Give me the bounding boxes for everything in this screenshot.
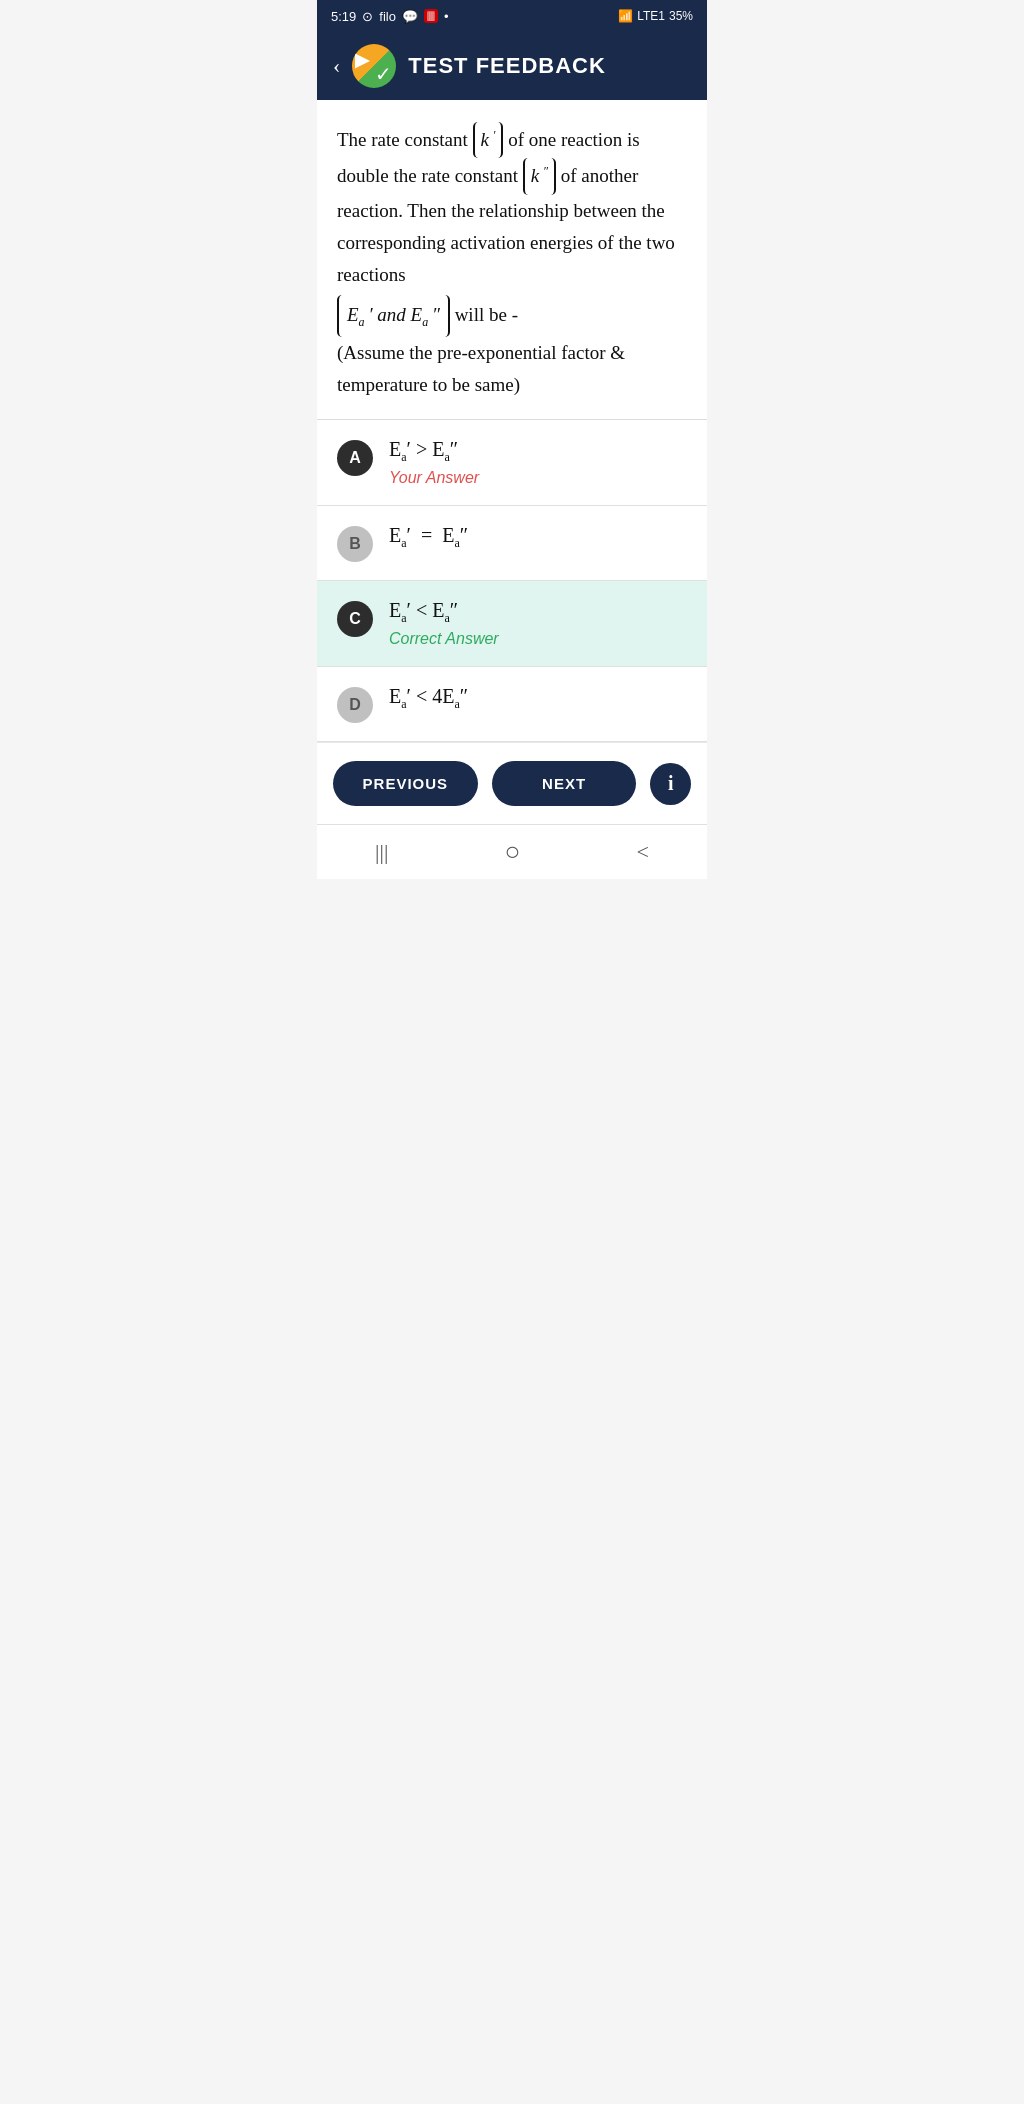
k-prime-expr: k ′ — [473, 122, 504, 158]
option-c-content: Ea′ < Ea″ Correct Answer — [389, 599, 499, 648]
network-label: LTE1 — [637, 9, 665, 23]
battery-label: 35% — [669, 9, 693, 23]
check-icon: ✓ — [375, 62, 392, 86]
option-a-math: Ea′ > Ea″ — [389, 438, 479, 465]
chat-icon: 💬 — [402, 9, 418, 24]
your-answer-label: Your Answer — [389, 469, 479, 487]
options-container: A Ea′ > Ea″ Your Answer B Ea′ = Ea″ C Ea… — [317, 420, 707, 742]
option-b-content: Ea′ = Ea″ — [389, 524, 468, 551]
nav-bar: ||| ○ < — [317, 824, 707, 879]
nav-back-icon[interactable]: < — [636, 839, 648, 865]
signal-icon: 📶 — [618, 9, 633, 23]
option-d-content: Ea′ < 4Ea″ — [389, 685, 468, 712]
option-c-math: Ea′ < Ea″ — [389, 599, 499, 626]
k-double-prime-expr: k ″ — [523, 158, 556, 194]
nav-home-icon[interactable]: ○ — [505, 837, 521, 867]
next-button[interactable]: NEXT — [492, 761, 637, 806]
back-button[interactable]: ‹ — [333, 53, 340, 79]
ea-expr: Ea ′ and Ea ″ — [337, 295, 450, 336]
option-a-content: Ea′ > Ea″ Your Answer — [389, 438, 479, 487]
status-left: 5:19 ⊙ filo 💬 🀫 • — [331, 9, 449, 24]
option-a-row[interactable]: A Ea′ > Ea″ Your Answer — [317, 420, 707, 506]
status-bar: 5:19 ⊙ filo 💬 🀫 • 📶 LTE1 35% — [317, 0, 707, 32]
page-title: TEST FEEDBACK — [408, 53, 606, 79]
whatsapp-icon: ⊙ — [362, 9, 373, 24]
option-d-badge: D — [337, 687, 373, 723]
option-c-row[interactable]: C Ea′ < Ea″ Correct Answer — [317, 581, 707, 667]
option-d-row[interactable]: D Ea′ < 4Ea″ — [317, 667, 707, 742]
question-area: The rate constant k ′ of one reaction is… — [317, 100, 707, 420]
status-right: 📶 LTE1 35% — [618, 9, 693, 23]
previous-button[interactable]: PREVIOUS — [333, 761, 478, 806]
question-text: The rate constant k ′ of one reaction is… — [337, 122, 687, 401]
option-c-badge: C — [337, 601, 373, 637]
option-b-badge: B — [337, 526, 373, 562]
correct-answer-label: Correct Answer — [389, 630, 499, 648]
bottom-buttons: PREVIOUS NEXT i — [317, 742, 707, 824]
option-b-row[interactable]: B Ea′ = Ea″ — [317, 506, 707, 581]
option-a-badge: A — [337, 440, 373, 476]
option-b-math: Ea′ = Ea″ — [389, 524, 468, 551]
app-logo: ▶ ✓ — [352, 44, 396, 88]
nav-menu-icon[interactable]: ||| — [375, 839, 388, 865]
info-button[interactable]: i — [650, 763, 691, 805]
header: ‹ ▶ ✓ TEST FEEDBACK — [317, 32, 707, 100]
dot-indicator: • — [444, 9, 449, 24]
app-icon-2: 🀫 — [424, 9, 438, 23]
app-name: filo — [379, 9, 396, 24]
option-d-math: Ea′ < 4Ea″ — [389, 685, 468, 712]
time-display: 5:19 — [331, 9, 356, 24]
